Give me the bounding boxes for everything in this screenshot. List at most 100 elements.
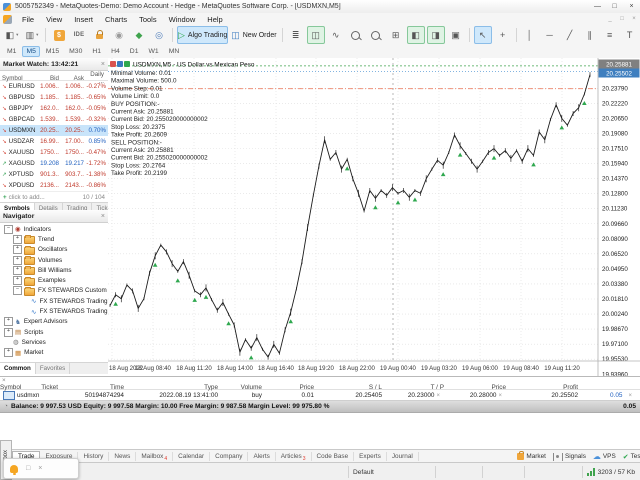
minimize-button[interactable]: —	[589, 3, 606, 10]
expand-icon[interactable]: +	[13, 276, 22, 286]
dropdown-arrow-icon[interactable]: ▾	[36, 32, 38, 38]
candlestick-chart-icon[interactable]: ◫	[306, 26, 325, 44]
toolbox-tab-company[interactable]: Company	[210, 452, 249, 461]
trade-column-profit[interactable]: Profit	[510, 384, 582, 391]
child-control[interactable]: □	[616, 16, 628, 22]
timeframe-h1[interactable]: H1	[88, 46, 105, 57]
navigator-item[interactable]: ∿ FX STEWARDS Trading Si	[0, 296, 108, 306]
trade-column-volume[interactable]: Volume	[222, 384, 266, 391]
menu-help[interactable]: Help	[201, 15, 228, 24]
column-header[interactable]: Ask	[61, 75, 86, 82]
tick-chart-icon[interactable]: ≣	[287, 26, 305, 44]
zoom-out-icon[interactable]	[367, 26, 385, 44]
toolbox-close-button[interactable]: ×	[0, 377, 10, 384]
navigator-item[interactable]: + Bill Williams	[0, 265, 108, 276]
menu-view[interactable]: View	[40, 15, 68, 24]
toolbox-tab-calendar[interactable]: Calendar	[173, 452, 211, 461]
market-watch-row-gbpusd[interactable]: ↘ GBPUSD 1.185.. 1.185.. -0.65%	[0, 92, 108, 103]
navigator-item[interactable]: ∿ FX STEWARDS Trading Si	[0, 306, 108, 316]
navigator-item[interactable]: + ▤ Scripts	[0, 327, 108, 337]
toolbox-tab-news[interactable]: News	[109, 452, 137, 461]
collapse-icon[interactable]: −	[13, 286, 22, 296]
menu-file[interactable]: File	[16, 15, 40, 24]
chart-shift-icon[interactable]: ◨	[426, 26, 445, 44]
close-button[interactable]: ×	[623, 3, 640, 10]
toolbox-tab-articles[interactable]: Articles 3	[276, 452, 312, 462]
menu-charts[interactable]: Charts	[99, 15, 133, 24]
market-watch-row-eurusd[interactable]: ↘ EURUSD 1.006.. 1.006.. -0.27%	[0, 81, 108, 92]
toolbox-tab-experts[interactable]: Experts	[354, 452, 387, 461]
child-control[interactable]: ×	[628, 16, 640, 22]
trade-column-sl[interactable]: S / L	[318, 384, 386, 391]
timeframe-w1[interactable]: W1	[144, 46, 162, 57]
toolbox-tab-code-base[interactable]: Code Base	[312, 452, 355, 461]
new-order-button[interactable]: ◫ New Order	[230, 26, 277, 44]
crosshair-icon[interactable]: +	[494, 26, 512, 44]
trade-column-time[interactable]: Time	[62, 384, 128, 391]
text-label-icon[interactable]: T	[621, 26, 639, 44]
timeframe-m15[interactable]: M15	[42, 46, 63, 57]
zoom-in-icon[interactable]	[347, 26, 365, 44]
service-tab-signals[interactable]: Signals	[552, 452, 586, 461]
menu-window[interactable]: Window	[163, 15, 202, 24]
market-watch-row-xpdusd[interactable]: ↘ XPDUSD 2136... 2143... -0.86%	[0, 180, 108, 191]
new-chart-icon[interactable]: ◧ ▾	[3, 26, 21, 44]
metaeditor-icon[interactable]: IDE	[70, 26, 88, 44]
navigator-header[interactable]: Navigator ×	[0, 210, 108, 223]
navigator-item[interactable]: + ▦ Market	[0, 348, 108, 358]
expand-icon[interactable]: +	[4, 317, 13, 327]
trade-column-tp[interactable]: T / P	[386, 384, 448, 391]
timeframe-h4[interactable]: H4	[107, 46, 124, 57]
column-header[interactable]: Bid	[38, 75, 61, 82]
navigator-close-button[interactable]: ×	[101, 213, 105, 220]
grid-icon[interactable]: ⊞	[387, 26, 405, 44]
navigator-item[interactable]: + Volumes	[0, 255, 108, 266]
service-tab-tester[interactable]: ✔Tester	[623, 453, 640, 461]
toolbox-tab-history[interactable]: History	[78, 452, 110, 461]
market-watch-row-usdmxn[interactable]: ↘ USDMXN 20.25.. 20.25.. 0.70%	[0, 125, 108, 136]
expand-icon[interactable]: +	[13, 265, 22, 275]
close-position-button[interactable]: ×	[628, 393, 636, 399]
trendline-icon[interactable]: ╱	[561, 26, 579, 44]
timeframe-m5[interactable]: M5	[22, 46, 40, 57]
trade-column-price[interactable]: Price	[448, 384, 510, 391]
market-watch-row-xauusd[interactable]: ↘ XAUUSD 1750... 1750... -0.47%	[0, 147, 108, 158]
broadcast-icon[interactable]: ◉	[110, 26, 128, 44]
restore-button[interactable]: □	[606, 3, 623, 10]
expand-icon[interactable]: +	[13, 234, 22, 244]
navigator-item[interactable]: − ◉ Indicators	[0, 224, 108, 234]
market-watch-row-gbpjpy[interactable]: ↘ GBPJPY 162.0.. 162.0.. -0.05%	[0, 103, 108, 114]
navigator-item[interactable]: + Oscillators	[0, 245, 108, 255]
market-watch-header[interactable]: Market Watch: 13:42:21 ×	[0, 58, 108, 71]
add-symbol-icon[interactable]: +	[3, 194, 7, 201]
fundamentals-icon[interactable]: $	[50, 26, 68, 44]
market-watch-close-button[interactable]: ×	[101, 61, 105, 68]
menu-insert[interactable]: Insert	[68, 15, 99, 24]
collapse-icon[interactable]: −	[4, 224, 13, 234]
trade-row[interactable]: usdmxn 50194874294 2022.08.19 13:41:00 buy 0…	[0, 390, 640, 400]
lock-icon[interactable]	[90, 26, 108, 44]
remove-tp-button[interactable]: ×	[498, 393, 506, 399]
navigator-item[interactable]: + ♞ Expert Advisors	[0, 317, 108, 327]
service-tab-market[interactable]: Market	[517, 451, 546, 460]
expand-icon[interactable]: +	[13, 255, 22, 265]
fibonacci-icon[interactable]: ≡	[601, 26, 619, 44]
timeframe-mn[interactable]: MN	[165, 46, 184, 57]
market-watch-row-gbpcad[interactable]: ↘ GBPCAD 1.539.. 1.539.. -0.32%	[0, 114, 108, 125]
algo-trading-button[interactable]: ▷ Algo Trading	[177, 26, 229, 44]
toolbox-tab-mailbox[interactable]: Mailbox 4	[136, 452, 174, 462]
popup-restore-button[interactable]: □	[26, 465, 30, 472]
navigator-item[interactable]: − FX STEWARDS Custom Indica	[0, 286, 108, 296]
vertical-line-icon[interactable]: │	[521, 26, 539, 44]
column-header[interactable]: Symbol	[2, 75, 38, 82]
child-control[interactable]: _	[604, 16, 616, 22]
expand-icon[interactable]: +	[4, 327, 13, 337]
add-symbol-label[interactable]: click to add...	[9, 194, 45, 201]
arrange-windows-icon[interactable]: ◧	[406, 26, 425, 44]
horizontal-line-icon[interactable]: ─	[541, 26, 559, 44]
market-watch-row-xagusd[interactable]: ↗ XAGUSD 19.208 19.217 -1.72%	[0, 158, 108, 169]
chart-area[interactable]: 20.23790 20.22220 20.20650 20.19080 20.17510…	[108, 58, 640, 378]
timeframe-m1[interactable]: M1	[3, 46, 20, 57]
trade-column-type[interactable]: Type	[128, 384, 222, 391]
service-tab-vps[interactable]: ☁ VPS	[593, 452, 616, 461]
